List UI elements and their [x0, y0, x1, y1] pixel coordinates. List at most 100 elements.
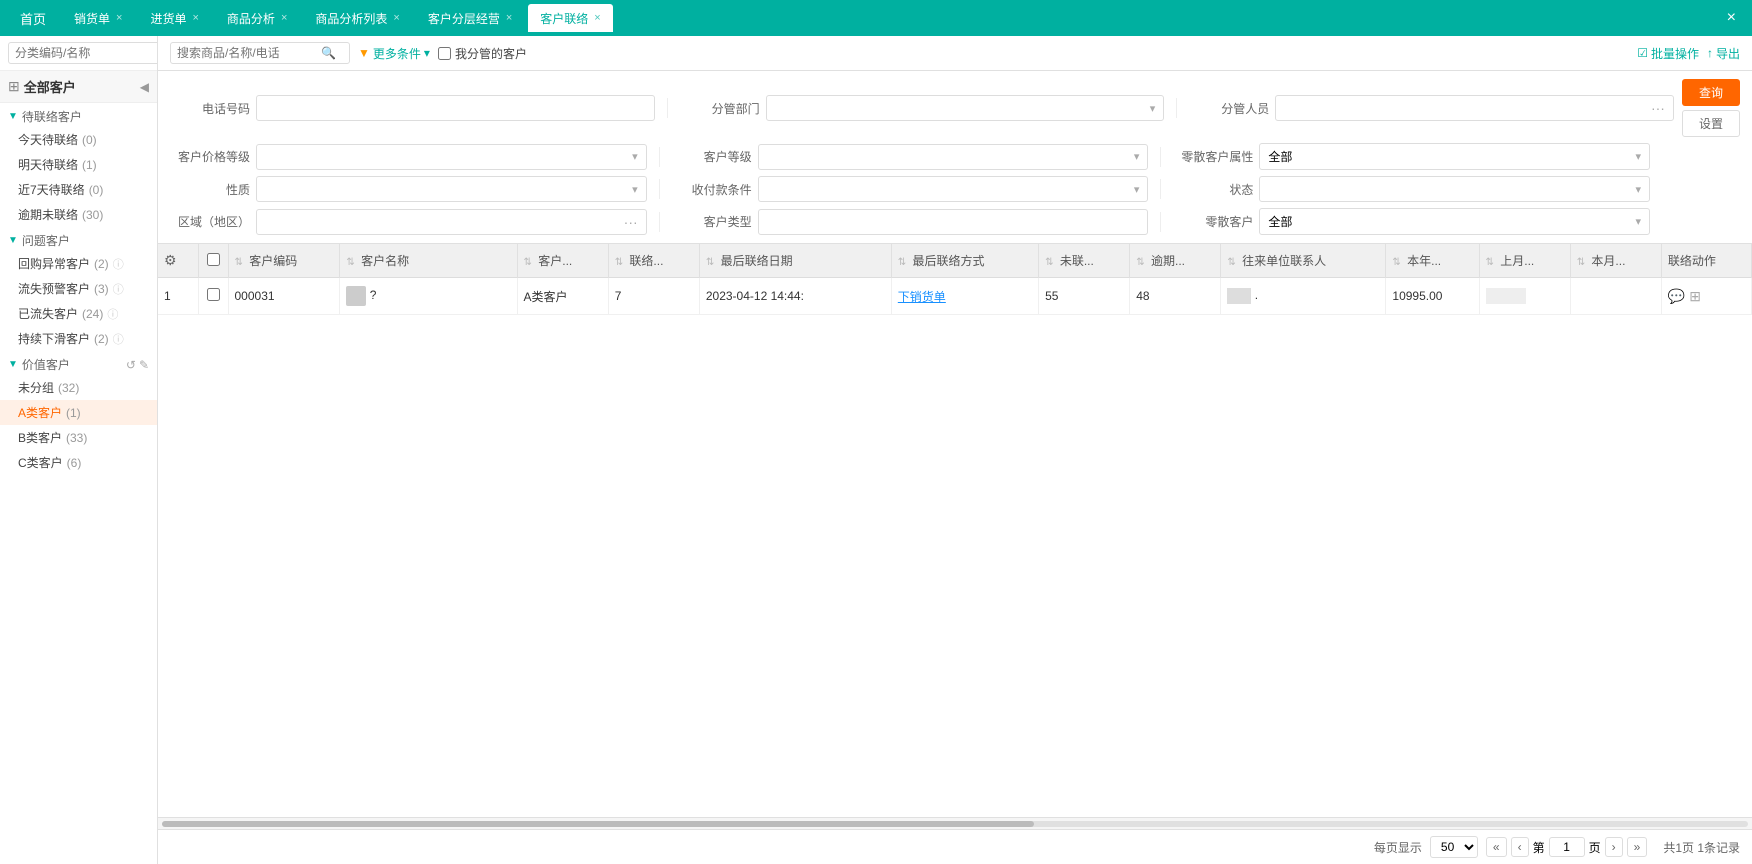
- filter-row-1: 电话号码 分管部门 ▾ 分管人员 ···: [170, 79, 1740, 137]
- cell-checkbox[interactable]: [198, 278, 228, 315]
- more-filter-btn[interactable]: ▼ 更多条件 ▾: [358, 45, 430, 62]
- nav-product-list[interactable]: 商品分析列表 ×: [303, 4, 411, 32]
- th-customer-code[interactable]: ⇅ 客户编码: [228, 244, 340, 278]
- th-checkbox[interactable]: [198, 244, 228, 278]
- price-grade-select[interactable]: ▾: [256, 144, 647, 170]
- region-input[interactable]: ···: [256, 209, 647, 235]
- filter-cell-payment: 收付款条件 ▾: [672, 176, 1149, 202]
- filter-search-icon[interactable]: 🔍: [321, 46, 336, 60]
- all-customers-header[interactable]: ⊞ 全部客户 ◀: [0, 71, 157, 103]
- problem-customers-group[interactable]: ▼ 问题客户: [0, 227, 157, 251]
- th-this-month[interactable]: ⇅ 本月...: [1570, 244, 1661, 278]
- sidebar-search-input[interactable]: [8, 42, 158, 64]
- nav-customer-contact[interactable]: 客户联络 ×: [528, 4, 612, 32]
- phone-input[interactable]: [256, 95, 655, 121]
- th-this-year[interactable]: ⇅ 本年...: [1386, 244, 1479, 278]
- manager-input[interactable]: ···: [1275, 95, 1674, 121]
- gear-settings-icon[interactable]: ⚙: [164, 252, 177, 268]
- first-page-btn[interactable]: «: [1486, 837, 1507, 857]
- sidebar-item-overdue-pending[interactable]: 逾期未联络 (30): [0, 202, 157, 227]
- prev-page-btn[interactable]: ‹: [1511, 837, 1529, 857]
- nav-purchase[interactable]: 进货单 ×: [138, 4, 210, 32]
- filter-cell-nature: 性质 ▾: [170, 176, 647, 202]
- settings-button[interactable]: 设置: [1682, 110, 1740, 137]
- divider-5: [659, 179, 660, 199]
- close-sales-icon[interactable]: ×: [116, 12, 122, 24]
- dept-select[interactable]: ▾: [766, 95, 1165, 121]
- grid-action-icon[interactable]: ⊞: [1689, 288, 1701, 305]
- th-contact-count[interactable]: ⇅ 联络...: [608, 244, 699, 278]
- contact-method-link[interactable]: 下销货单: [898, 290, 946, 304]
- message-action-icon[interactable]: 💬: [1668, 288, 1685, 305]
- sort-icon-last-month: ⇅: [1486, 257, 1494, 268]
- pending-contact-group[interactable]: ▼ 待联络客户: [0, 103, 157, 127]
- sidebar-item-declining[interactable]: 持续下滑客户 (2) ⓘ: [0, 326, 157, 351]
- close-purchase-icon[interactable]: ×: [192, 12, 198, 24]
- nav-home[interactable]: 首页: [8, 4, 58, 32]
- customer-type-input[interactable]: [758, 209, 1149, 235]
- close-product-list-icon[interactable]: ×: [393, 12, 399, 24]
- horizontal-scrollbar[interactable]: [158, 817, 1752, 829]
- row-checkbox[interactable]: [207, 288, 220, 301]
- export-btn[interactable]: ↑ 导出: [1707, 45, 1740, 62]
- scrollbar-thumb[interactable]: [162, 821, 1034, 827]
- scrollbar-track[interactable]: [162, 821, 1748, 827]
- close-customer-tier-icon[interactable]: ×: [506, 12, 512, 24]
- th-last-month[interactable]: ⇅ 上月...: [1479, 244, 1570, 278]
- cell-customer-code[interactable]: 000031: [228, 278, 340, 315]
- collapse-sidebar-icon[interactable]: ◀: [140, 80, 149, 94]
- retail-attr-select[interactable]: 全部 ▾: [1259, 143, 1650, 170]
- pagination-bar: 每页显示 50 « ‹ 第 页 › » 共1页 1条记录: [158, 829, 1752, 864]
- customer-grade-select[interactable]: ▾: [758, 144, 1149, 170]
- page-number-input[interactable]: [1549, 837, 1585, 857]
- th-customer-name[interactable]: ⇅ 客户名称: [340, 244, 517, 278]
- value-customers-group[interactable]: ▼ 价值客户 ↺ ✎: [0, 351, 157, 375]
- pending-arrow: ▼: [8, 111, 18, 122]
- last-page-btn[interactable]: »: [1627, 837, 1648, 857]
- close-product-analysis-icon[interactable]: ×: [281, 12, 287, 24]
- th-unit-contacts[interactable]: ⇅ 往来单位联系人: [1221, 244, 1386, 278]
- th-last-contact-date[interactable]: ⇅ 最后联络日期: [699, 244, 891, 278]
- search-button[interactable]: 查询: [1682, 79, 1740, 106]
- top-navigation: 首页 销货单 × 进货单 × 商品分析 × 商品分析列表 × 客户分层经营 × …: [0, 0, 1752, 36]
- region-more-icon[interactable]: ···: [624, 214, 638, 230]
- sidebar-item-b-class[interactable]: B类客户 (33): [0, 425, 157, 450]
- th-no-contact[interactable]: ⇅ 未联...: [1039, 244, 1130, 278]
- nature-select[interactable]: ▾: [256, 176, 647, 202]
- nav-customer-tier[interactable]: 客户分层经营 ×: [416, 4, 524, 32]
- refresh-icon[interactable]: ↺: [126, 358, 136, 372]
- sort-icon-year: ⇅: [1392, 257, 1400, 268]
- batch-op-btn[interactable]: ☑ 批量操作: [1637, 45, 1699, 62]
- nav-sales[interactable]: 销货单 ×: [62, 4, 134, 32]
- sidebar-item-a-class[interactable]: A类客户 (1): [0, 400, 157, 425]
- sidebar-item-today-pending[interactable]: 今天待联络 (0): [0, 127, 157, 152]
- sidebar-item-c-class[interactable]: C类客户 (6): [0, 450, 157, 475]
- cell-last-contact-method[interactable]: 下销货单: [891, 278, 1038, 315]
- th-customer-class[interactable]: ⇅ 客户...: [517, 244, 608, 278]
- edit-group-icon[interactable]: ✎: [139, 358, 149, 372]
- nav-product-analysis[interactable]: 商品分析 ×: [215, 4, 299, 32]
- next-page-btn[interactable]: ›: [1605, 837, 1623, 857]
- sidebar-item-tomorrow-pending[interactable]: 明天待联络 (1): [0, 152, 157, 177]
- manager-more-icon[interactable]: ···: [1651, 100, 1665, 116]
- sidebar-item-churn-warning[interactable]: 流失预警客户 (3) ⓘ: [0, 276, 157, 301]
- my-customer-check[interactable]: [438, 47, 451, 60]
- sort-icon-date: ⇅: [706, 257, 714, 268]
- status-select[interactable]: ▾: [1259, 176, 1650, 202]
- table-wrapper[interactable]: ⚙ ⇅ 客户编码 ⇅ 客户名称: [158, 244, 1752, 817]
- select-all-checkbox[interactable]: [207, 253, 220, 266]
- retail-select[interactable]: 全部 ▾: [1259, 208, 1650, 235]
- th-gear[interactable]: ⚙: [158, 244, 198, 278]
- sidebar-item-churned[interactable]: 已流失客户 (24) ⓘ: [0, 301, 157, 326]
- th-last-contact-method[interactable]: ⇅ 最后联络方式: [891, 244, 1038, 278]
- payment-select[interactable]: ▾: [758, 176, 1149, 202]
- sidebar-item-week-pending[interactable]: 近7天待联络 (0): [0, 177, 157, 202]
- my-customer-checkbox[interactable]: 我分管的客户: [438, 45, 527, 62]
- sidebar-item-repurchase-abnormal[interactable]: 回购异常客户 (2) ⓘ: [0, 251, 157, 276]
- th-overdue[interactable]: ⇅ 逾期...: [1130, 244, 1221, 278]
- filter-search-input[interactable]: [177, 46, 317, 60]
- page-size-select[interactable]: 50: [1430, 836, 1478, 858]
- close-customer-contact-icon[interactable]: ×: [594, 12, 600, 24]
- close-all-tabs[interactable]: ×: [1719, 9, 1744, 27]
- sidebar-item-ungrouped[interactable]: 未分组 (32): [0, 375, 157, 400]
